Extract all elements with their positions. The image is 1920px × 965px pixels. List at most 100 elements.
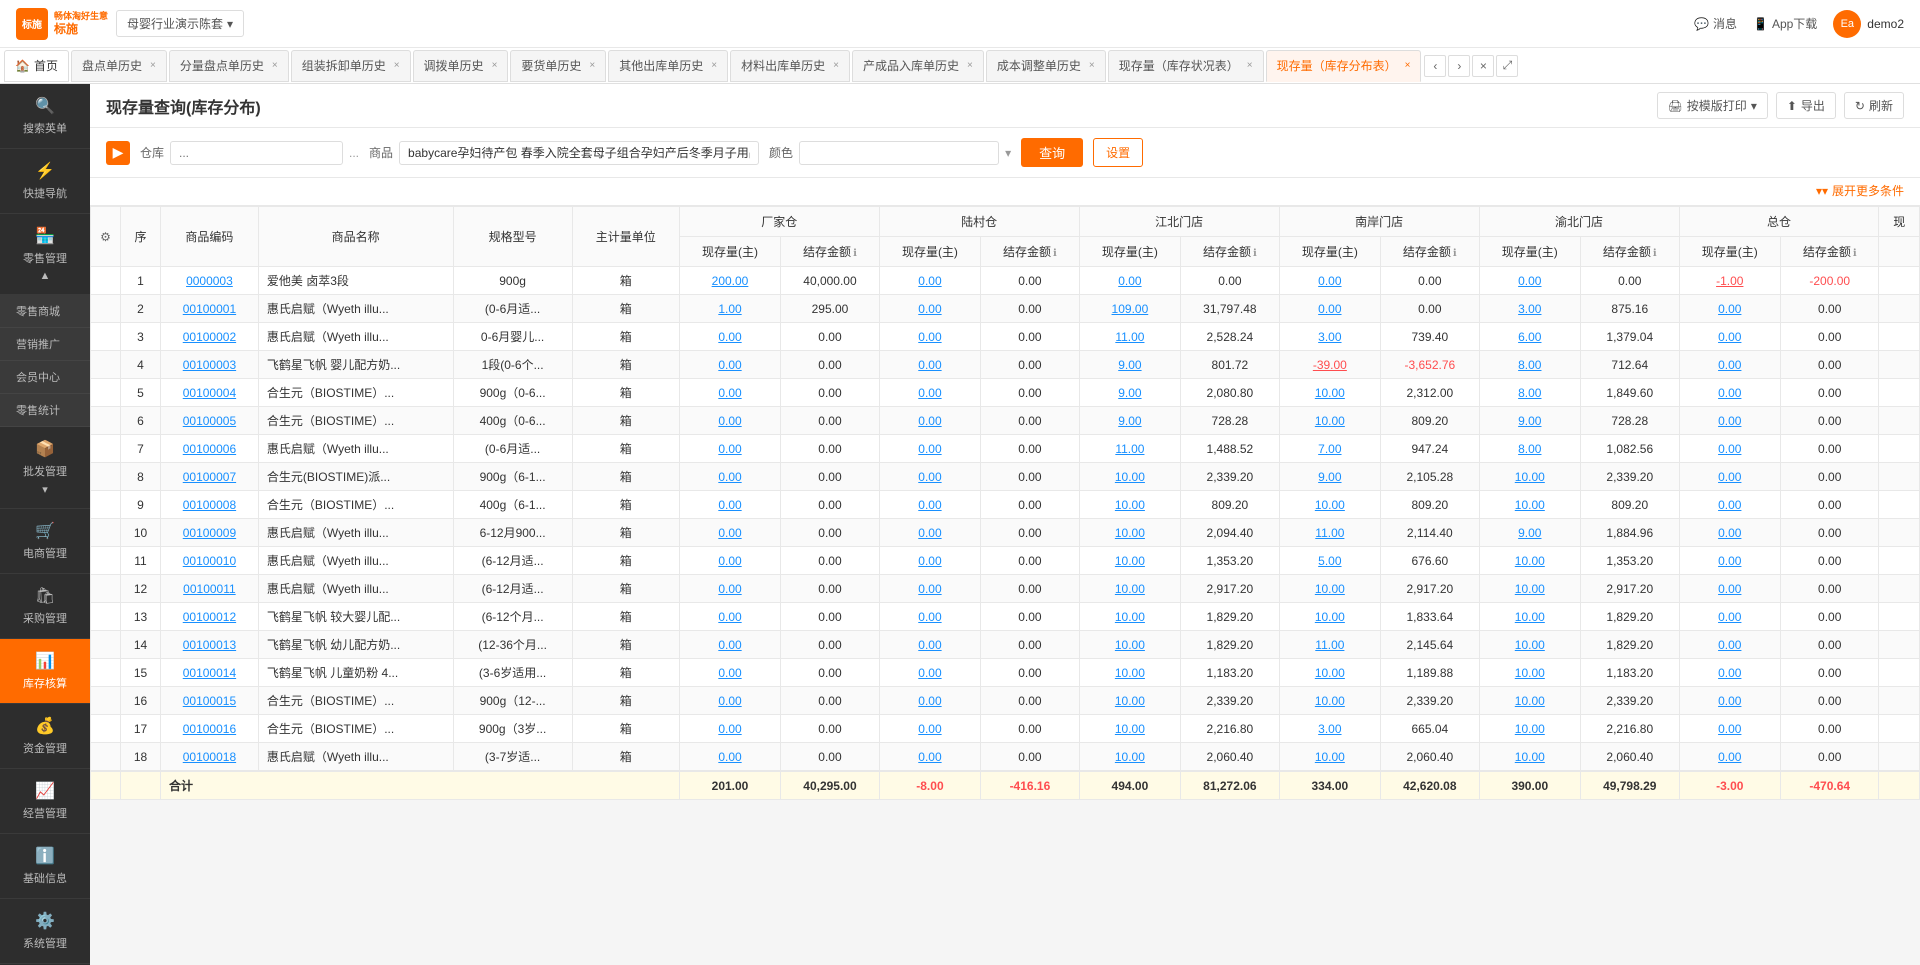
td-code[interactable]: 00100010 — [161, 547, 259, 575]
td-jiangbei-qty[interactable]: 109.00 — [1079, 295, 1180, 323]
td-zong-qty[interactable]: 0.00 — [1679, 715, 1780, 743]
td-yubei-qty[interactable]: 10.00 — [1479, 743, 1580, 772]
sidebar-item-inventory[interactable]: 📊 库存核算 — [0, 639, 90, 704]
td-yubei-qty[interactable]: 8.00 — [1479, 351, 1580, 379]
td-yubei-qty[interactable]: 10.00 — [1479, 715, 1580, 743]
td-lucun-qty[interactable]: 0.00 — [879, 407, 980, 435]
td-nanan-qty[interactable]: 3.00 — [1279, 323, 1380, 351]
close-stocktake-icon[interactable]: × — [150, 60, 156, 71]
td-zong-qty[interactable]: 0.00 — [1679, 407, 1780, 435]
close-stocktake2-icon[interactable]: × — [272, 60, 278, 71]
sidebar-item-members[interactable]: 会员中心 — [0, 361, 90, 394]
user-area[interactable]: Ea demo2 — [1833, 10, 1904, 38]
td-yubei-qty[interactable]: 10.00 — [1479, 603, 1580, 631]
td-code[interactable]: 00100005 — [161, 407, 259, 435]
sidebar-item-retail-stats[interactable]: 零售统计 — [0, 394, 90, 427]
td-yubei-qty[interactable]: 10.00 — [1479, 687, 1580, 715]
td-lucun-qty[interactable]: 0.00 — [879, 547, 980, 575]
gear-icon[interactable]: ⚙ — [100, 230, 111, 244]
changjia-amt-info[interactable]: ℹ — [853, 248, 857, 259]
close-outstock-icon[interactable]: × — [711, 60, 717, 71]
td-yubei-qty[interactable]: 10.00 — [1479, 659, 1580, 687]
td-code[interactable]: 00100014 — [161, 659, 259, 687]
th-gear[interactable]: ⚙ — [91, 207, 121, 267]
td-lucun-qty[interactable]: 0.00 — [879, 743, 980, 772]
close-stock-status-icon[interactable]: × — [1247, 60, 1253, 71]
nav-next-arrow[interactable]: › — [1448, 55, 1470, 77]
td-yubei-qty[interactable]: 6.00 — [1479, 323, 1580, 351]
td-jiangbei-qty[interactable]: 10.00 — [1079, 687, 1180, 715]
td-lucun-qty[interactable]: 0.00 — [879, 715, 980, 743]
print-btn[interactable]: 🖨 按模版打印 ▾ — [1657, 92, 1768, 119]
sidebar-item-system[interactable]: ⚙️ 系统管理 — [0, 899, 90, 964]
sidebar-item-search[interactable]: 🔍 搜索英单 — [0, 84, 90, 149]
td-nanan-qty[interactable]: 10.00 — [1279, 575, 1380, 603]
td-lucun-qty[interactable]: 0.00 — [879, 631, 980, 659]
td-jiangbei-qty[interactable]: 10.00 — [1079, 575, 1180, 603]
sidebar-item-shop[interactable]: 零售商城 — [0, 295, 90, 328]
filter-toggle-btn[interactable]: ▶ — [106, 141, 130, 165]
td-code[interactable]: 00100001 — [161, 295, 259, 323]
td-lucun-qty[interactable]: 0.00 — [879, 603, 980, 631]
td-changjia-qty[interactable]: 0.00 — [679, 687, 780, 715]
close-assembly-icon[interactable]: × — [394, 60, 400, 71]
warehouse-input[interactable] — [170, 141, 343, 165]
td-nanan-qty[interactable]: 10.00 — [1279, 379, 1380, 407]
td-yubei-qty[interactable]: 8.00 — [1479, 379, 1580, 407]
username[interactable]: demo2 — [1867, 17, 1904, 31]
td-code[interactable]: 00100018 — [161, 743, 259, 772]
td-zong-qty[interactable]: 0.00 — [1679, 491, 1780, 519]
td-jiangbei-qty[interactable]: 11.00 — [1079, 323, 1180, 351]
td-jiangbei-qty[interactable]: 0.00 — [1079, 267, 1180, 295]
td-nanan-qty[interactable]: 9.00 — [1279, 463, 1380, 491]
lucun-amt-info[interactable]: ℹ — [1053, 248, 1057, 259]
td-nanan-qty[interactable]: 7.00 — [1279, 435, 1380, 463]
td-code[interactable]: 00100004 — [161, 379, 259, 407]
app-download-btn[interactable]: 📱 App下载 — [1753, 15, 1817, 32]
td-nanan-qty[interactable]: 10.00 — [1279, 407, 1380, 435]
tab-product[interactable]: 产成品入库单历史 × — [852, 50, 984, 82]
td-yubei-qty[interactable]: 9.00 — [1479, 519, 1580, 547]
td-changjia-qty[interactable]: 0.00 — [679, 435, 780, 463]
nanan-amt-info[interactable]: ℹ — [1453, 248, 1457, 259]
td-changjia-qty[interactable]: 0.00 — [679, 323, 780, 351]
td-jiangbei-qty[interactable]: 9.00 — [1079, 379, 1180, 407]
td-changjia-qty[interactable]: 0.00 — [679, 603, 780, 631]
td-yubei-qty[interactable]: 10.00 — [1479, 491, 1580, 519]
td-zong-qty[interactable]: 0.00 — [1679, 631, 1780, 659]
td-zong-qty[interactable]: 0.00 — [1679, 575, 1780, 603]
td-zong-qty[interactable]: 0.00 — [1679, 435, 1780, 463]
td-jiangbei-qty[interactable]: 9.00 — [1079, 407, 1180, 435]
tab-assembly[interactable]: 组装拆卸单历史 × — [291, 50, 411, 82]
td-changjia-qty[interactable]: 0.00 — [679, 575, 780, 603]
td-nanan-qty[interactable]: 3.00 — [1279, 715, 1380, 743]
td-nanan-qty[interactable]: 10.00 — [1279, 603, 1380, 631]
td-changjia-qty[interactable]: 0.00 — [679, 547, 780, 575]
td-zong-qty[interactable]: 0.00 — [1679, 351, 1780, 379]
td-code[interactable]: 00100006 — [161, 435, 259, 463]
td-nanan-qty[interactable]: 0.00 — [1279, 295, 1380, 323]
td-lucun-qty[interactable]: 0.00 — [879, 435, 980, 463]
td-yubei-qty[interactable]: 3.00 — [1479, 295, 1580, 323]
td-lucun-qty[interactable]: 0.00 — [879, 659, 980, 687]
td-lucun-qty[interactable]: 0.00 — [879, 687, 980, 715]
td-zong-qty[interactable]: 0.00 — [1679, 659, 1780, 687]
td-jiangbei-qty[interactable]: 10.00 — [1079, 715, 1180, 743]
td-code[interactable]: 00100012 — [161, 603, 259, 631]
color-dropdown-icon[interactable]: ▾ — [1005, 146, 1011, 160]
close-all-tabs-btn[interactable]: × — [1472, 55, 1494, 77]
td-jiangbei-qty[interactable]: 11.00 — [1079, 435, 1180, 463]
td-nanan-qty[interactable]: 0.00 — [1279, 267, 1380, 295]
td-nanan-qty[interactable]: 10.00 — [1279, 491, 1380, 519]
td-zong-qty[interactable]: 0.00 — [1679, 687, 1780, 715]
td-code[interactable]: 00100013 — [161, 631, 259, 659]
sidebar-item-quicknav[interactable]: ⚡ 快捷导航 — [0, 149, 90, 214]
td-changjia-qty[interactable]: 0.00 — [679, 491, 780, 519]
td-zong-qty[interactable]: 0.00 — [1679, 519, 1780, 547]
export-btn[interactable]: ⬆ 导出 — [1776, 92, 1836, 119]
expand-more-btn[interactable]: ▾▾ 展开更多条件 — [1816, 182, 1904, 199]
td-yubei-qty[interactable]: 10.00 — [1479, 463, 1580, 491]
industry-selector[interactable]: 母婴行业演示陈套 ▾ — [116, 10, 244, 37]
td-code[interactable]: 00100009 — [161, 519, 259, 547]
td-yubei-qty[interactable]: 10.00 — [1479, 631, 1580, 659]
